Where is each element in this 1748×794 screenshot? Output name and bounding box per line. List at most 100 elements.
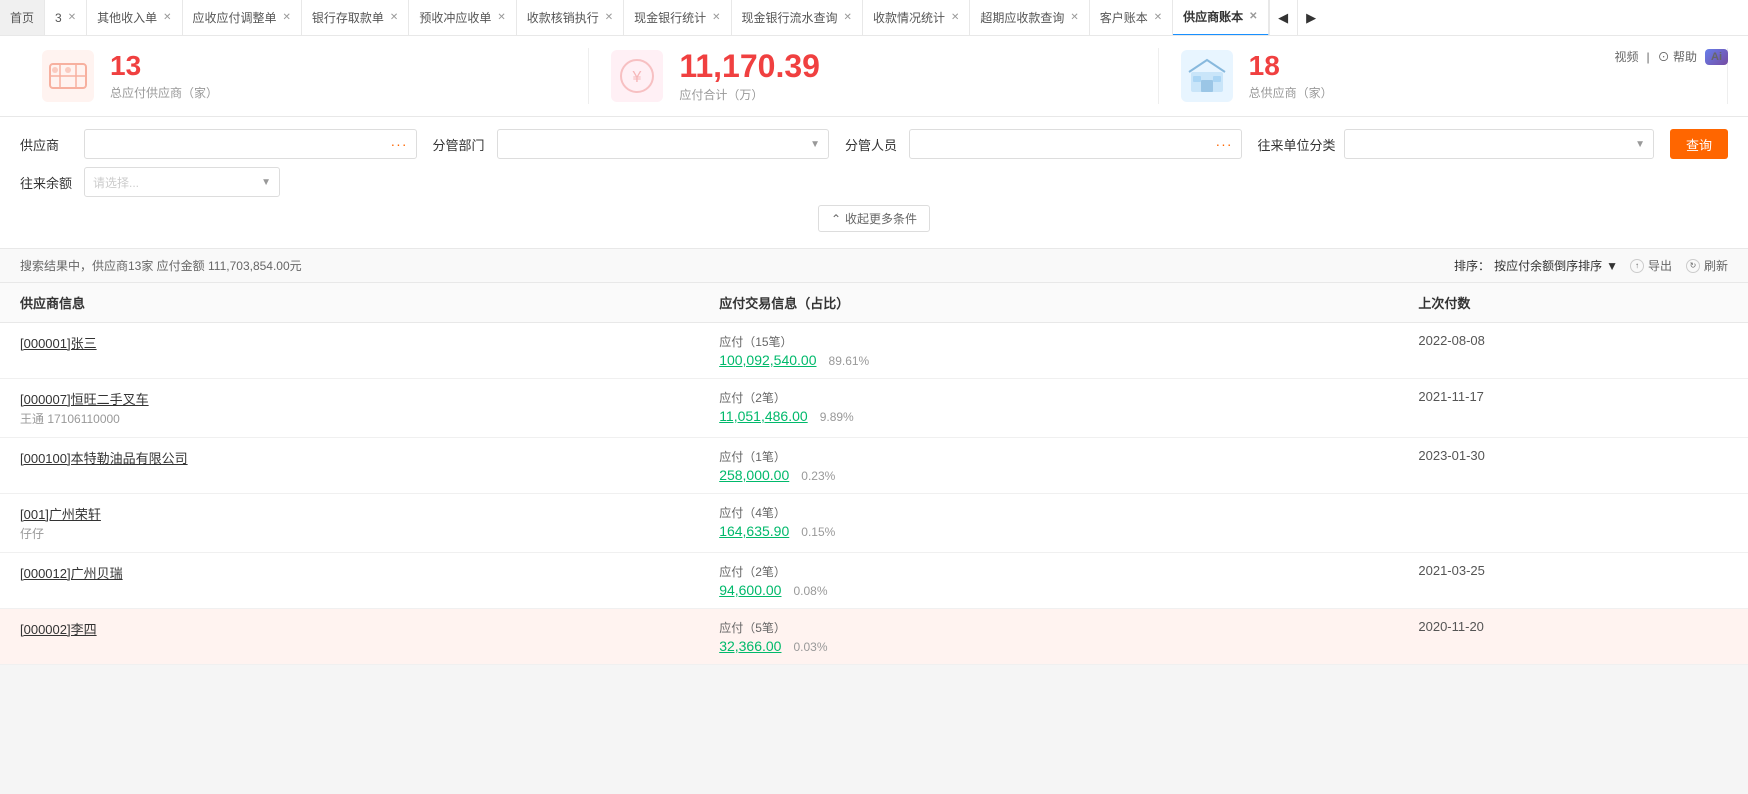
nav-tab-cash-bank-stat[interactable]: 现金银行统计 ✕ [624,0,731,36]
close-icon[interactable]: ✕ [1249,11,1257,22]
dept-select[interactable]: ▼ [497,129,830,159]
category-label: 往来单位分类 [1258,135,1336,154]
supplier-label: 供应商 [20,135,76,154]
supplier-link[interactable]: [000002]李四 [20,622,97,637]
balance-label: 往来余额 [20,173,76,192]
table-row: [000007]恒旺二手叉车王通 17106110000应付（2笔）11,051… [0,379,1748,438]
last-pay-cell: 2021-11-17 [1398,379,1748,438]
close-icon[interactable]: ✕ [712,12,720,23]
tx-pct: 0.15% [801,525,835,539]
nav-tab-adjust[interactable]: 应收应付调整单 ✕ [183,0,302,36]
close-icon[interactable]: ✕ [390,12,398,23]
close-icon[interactable]: ✕ [68,12,76,23]
nav-tab-3[interactable]: 3 ✕ [45,0,87,36]
stat-label-total-payable: 应付合计（万） [679,86,820,103]
tx-amount[interactable]: 94,600.00 [719,582,781,598]
tx-pct: 89.61% [829,354,870,368]
refresh-button[interactable]: ↻ 刷新 [1686,257,1728,274]
close-icon[interactable]: ✕ [1070,12,1078,23]
result-bar: 搜索结果中，供应商13家 应付金额 111,703,854.00元 排序： 按应… [0,249,1748,283]
action-buttons: ↑ 导出 ↻ 刷新 [1630,257,1728,274]
supplier-cell: [000007]恒旺二手叉车王通 17106110000 [0,379,699,438]
supplier-link[interactable]: [000007]恒旺二手叉车 [20,392,149,407]
tx-amount[interactable]: 11,051,486.00 [719,408,808,424]
balance-arrow-icon: ▼ [261,177,271,188]
close-icon[interactable]: ✕ [951,12,959,23]
supplier-cell: [000001]张三 [0,323,699,379]
supplier-link[interactable]: [000001]张三 [20,336,97,351]
nav-tab-other-income[interactable]: 其他收入单 ✕ [87,0,182,36]
supplier-select[interactable]: ··· [84,129,417,159]
person-label: 分管人员 [845,135,901,154]
close-icon[interactable]: ✕ [605,12,613,23]
export-button[interactable]: ↑ 导出 [1630,257,1672,274]
table-row: [000001]张三应付（15笔）100,092,540.0089.61%202… [0,323,1748,379]
close-icon[interactable]: ✕ [1154,12,1162,23]
last-pay-cell: 2021-03-25 [1398,553,1748,609]
supplier-link[interactable]: [000012]广州贝瑞 [20,566,123,581]
stat-content-total-payable: 11,170.39 应付合计（万） [679,49,820,103]
filter-item-balance: 往来余额 请选择... ▼ [20,167,280,197]
supplier-icon [40,48,96,104]
tx-cell: 应付（5笔） 32,366.00 0.03% [699,609,1398,665]
table-row: [000012]广州贝瑞应付（2笔）94,600.000.08%2021-03-… [0,553,1748,609]
ai-badge[interactable]: Ai [1705,49,1728,65]
query-button[interactable]: 查询 [1670,129,1728,159]
supplier-cell: [000100]本特勒油品有限公司 [0,438,699,494]
top-links: 视频 | ⊙ 帮助 Ai [1615,48,1729,65]
nav-tab-overdue[interactable]: 超期应收款查询 ✕ [970,0,1089,36]
nav-tab-collection[interactable]: 收款核销执行 ✕ [517,0,624,36]
tx-pct: 0.23% [801,469,835,483]
tx-cell: 应付（4笔）164,635.900.15% [699,494,1398,553]
supplier-dots[interactable]: ··· [391,136,408,152]
video-link[interactable]: 视频 [1615,48,1639,65]
nav-next-arrow[interactable]: ▶ [1297,0,1325,36]
person-dots[interactable]: ··· [1216,136,1233,152]
tx-amount[interactable]: 164,635.90 [719,523,789,539]
tx-pct: 0.03% [793,640,827,654]
nav-prev-arrow[interactable]: ◀ [1269,0,1297,36]
tx-cell: 应付（2笔）94,600.000.08% [699,553,1398,609]
stat-number-total-payable: 11,170.39 [679,49,820,84]
filter-item-supplier: 供应商 ··· [20,129,417,159]
filter-row-2: 往来余额 请选择... ▼ [20,167,1728,197]
tx-amount[interactable]: 100,092,540.00 [719,352,816,368]
collapse-up-icon: ⌃ [831,212,841,226]
dept-label: 分管部门 [433,135,489,154]
stat-label-suppliers: 总应付供应商（家） [110,84,218,101]
balance-select[interactable]: 请选择... ▼ [84,167,280,197]
tx-amount[interactable]: 32,366.00 [719,638,781,654]
nav-tab-cash-flow[interactable]: 现金银行流水查询 ✕ [732,0,863,36]
money-icon: ¥ [609,48,665,104]
collapse-button[interactable]: ⌃ 收起更多条件 [818,205,930,232]
tx-amount[interactable]: 258,000.00 [719,467,789,483]
supplier-link[interactable]: [000100]本特勒油品有限公司 [20,451,188,466]
stats-bar: 13 总应付供应商（家） ¥ 11,170.39 应付合计（万） [0,36,1748,117]
last-pay-cell: 2023-01-30 [1398,438,1748,494]
sort-select[interactable]: 排序： 按应付余额倒序排序 ▼ [1454,257,1618,274]
table-row: [001]广州荣轩仔仔应付（4笔）164,635.900.15% [0,494,1748,553]
result-summary: 搜索结果中，供应商13家 应付金额 111,703,854.00元 [20,257,302,274]
category-arrow-icon: ▼ [1635,139,1645,150]
help-link[interactable]: ⊙ 帮助 [1658,48,1697,65]
nav-tab-collection-stat[interactable]: 收款情况统计 ✕ [863,0,970,36]
nav-tab-customer-ledger[interactable]: 客户账本 ✕ [1090,0,1173,36]
tx-label: 应付（1笔） [719,448,1378,465]
close-icon[interactable]: ✕ [163,12,171,23]
top-nav: 首页 3 ✕ 其他收入单 ✕ 应收应付调整单 ✕ 银行存取款单 ✕ 预收冲应收单… [0,0,1748,36]
close-icon[interactable]: ✕ [283,12,291,23]
filter-item-dept: 分管部门 ▼ [433,129,830,159]
supplier-link[interactable]: [001]广州荣轩 [20,507,101,522]
close-icon[interactable]: ✕ [497,12,505,23]
nav-tab-supplier-ledger[interactable]: 供应商账本 ✕ [1173,0,1268,36]
tx-pct: 0.08% [793,584,827,598]
stat-number-total-suppliers: 18 [1249,51,1333,82]
nav-tab-bank[interactable]: 银行存取款单 ✕ [302,0,409,36]
close-icon[interactable]: ✕ [844,12,852,23]
tx-label: 应付（5笔） [719,619,1378,636]
nav-tab-prepay[interactable]: 预收冲应收单 ✕ [409,0,516,36]
category-select[interactable]: ▼ [1344,129,1654,159]
nav-tab-home[interactable]: 首页 [0,0,45,36]
stat-block-total-payable: ¥ 11,170.39 应付合计（万） [589,48,1158,104]
person-select[interactable]: ··· [909,129,1242,159]
